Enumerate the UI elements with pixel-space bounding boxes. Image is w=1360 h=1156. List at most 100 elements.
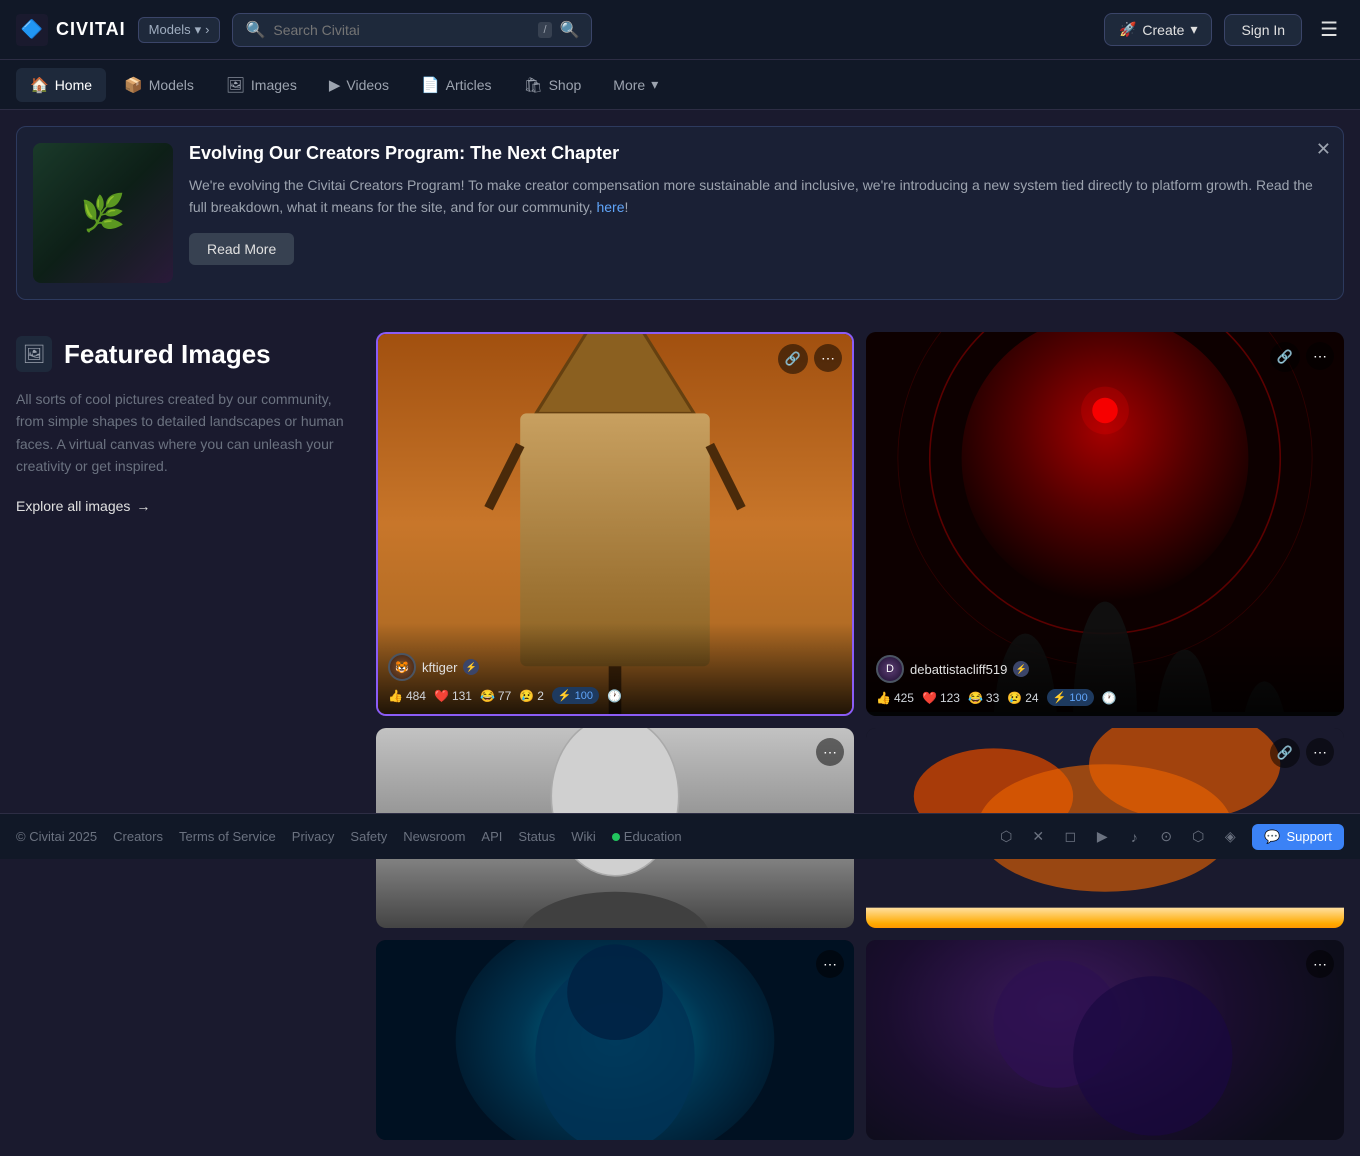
announcement-banner: 🌿 Evolving Our Creators Program: The Nex… (16, 126, 1344, 300)
card-image (376, 940, 854, 1140)
footer-link-wiki[interactable]: Wiki (571, 829, 596, 844)
sidebar-item-models[interactable]: 📦 Models (110, 68, 208, 102)
sidebar-item-shop[interactable]: 🛍 Shop (510, 68, 596, 102)
reddit-icon[interactable]: ⊙ (1156, 827, 1176, 847)
create-label: Create (1142, 22, 1184, 38)
stat-laughs: 😂 33 (968, 691, 999, 705)
card-link-button[interactable]: 🔗 (1270, 342, 1300, 372)
card-stats: 👍 484 ❤️ 131 😂 77 😢 2 ⚡ 100 🕐 (388, 687, 842, 704)
banner-close-button[interactable]: ✕ (1316, 139, 1331, 160)
logo-text: CIVITAI (56, 19, 126, 40)
card-menu-button[interactable]: ⋯ (816, 950, 844, 978)
nav-articles-label: Articles (446, 77, 492, 93)
stat-power: ⚡ 100 (552, 687, 599, 704)
videos-icon: ▶ (329, 76, 341, 94)
read-more-button[interactable]: Read More (189, 233, 294, 265)
card-actions: ⋯ (1306, 342, 1334, 370)
copyright: © Civitai 2025 (16, 829, 97, 844)
github-icon[interactable]: ⬡ (1188, 827, 1208, 847)
card-menu-button[interactable]: ⋯ (1306, 342, 1334, 370)
footer-link-status[interactable]: Status (518, 829, 555, 844)
model-badge-label: Models (149, 22, 191, 37)
footer-social: ⬡ ✕ ◻ ▶ ♪ ⊙ ⬡ ◈ 💬 Support (996, 824, 1344, 850)
twitter-x-icon[interactable]: ✕ (1028, 827, 1048, 847)
card-menu-button[interactable]: ⋯ (1306, 738, 1334, 766)
sidebar-item-more[interactable]: More ▾ (599, 68, 672, 101)
support-button[interactable]: 💬 Support (1252, 824, 1344, 850)
avatar: D (876, 655, 904, 683)
discord-icon[interactable]: ⬡ (996, 827, 1016, 847)
section-title: Featured Images (64, 339, 271, 370)
search-input[interactable] (273, 22, 530, 38)
education-badge: Education (612, 829, 682, 844)
card-menu-button[interactable]: ⋯ (1306, 950, 1334, 978)
card-user: 🐯 kftiger ⚡ (388, 653, 842, 681)
card-stats: 👍 425 ❤️ 123 😂 33 😢 24 ⚡ 100 🕐 (876, 689, 1334, 706)
menu-button[interactable]: ☰ (1314, 11, 1344, 48)
footer-link-safety[interactable]: Safety (350, 829, 387, 844)
card-actions: ⋯ (1306, 950, 1334, 978)
instagram-icon[interactable]: ◻ (1060, 827, 1080, 847)
image-card[interactable]: ⋯ (376, 940, 854, 1140)
main-nav: 🏠 Home 📦 Models 🖼 Images ▶ Videos 📄 Arti… (0, 60, 1360, 110)
card-actions: ⋯ (814, 344, 842, 372)
create-chevron-icon: ▾ (1190, 21, 1197, 38)
banner-content: Evolving Our Creators Program: The Next … (189, 143, 1327, 265)
nav-more-label: More (613, 77, 645, 93)
stat-time: 🕐 (607, 689, 622, 703)
stat-hearts: ❤️ 131 (434, 689, 472, 703)
banner-image: 🌿 (33, 143, 173, 283)
section-desc: All sorts of cool pictures created by ou… (16, 388, 356, 478)
card-menu-button[interactable]: ⋯ (816, 738, 844, 766)
education-label: Education (624, 829, 682, 844)
stat-laughs: 😂 77 (480, 689, 511, 703)
create-button[interactable]: 🚀 Create ▾ (1104, 13, 1213, 46)
search-bar: 🔍 / 🔍 (232, 13, 592, 47)
edu-dot (612, 833, 620, 841)
sidebar-item-articles[interactable]: 📄 Articles (407, 68, 506, 102)
footer: © Civitai 2025 Creators Terms of Service… (0, 813, 1360, 859)
logo[interactable]: 🔷 CIVITAI (16, 14, 126, 46)
banner-link[interactable]: here (596, 199, 624, 215)
footer-link-privacy[interactable]: Privacy (292, 829, 335, 844)
footer-link-creators[interactable]: Creators (113, 829, 163, 844)
featured-section: 🖼 Featured Images All sorts of cool pict… (16, 316, 356, 1140)
sidebar-item-videos[interactable]: ▶ Videos (315, 68, 403, 102)
main-content: 🖼 Featured Images All sorts of cool pict… (0, 316, 1360, 1156)
tiktok-icon[interactable]: ♪ (1124, 827, 1144, 847)
home-icon: 🏠 (30, 76, 49, 94)
explore-label: Explore all images (16, 498, 130, 514)
model-badge-icon: ▾ (195, 22, 202, 38)
nav-home-label: Home (55, 77, 92, 93)
nav-images-label: Images (251, 77, 297, 93)
user-badge: ⚡ (463, 659, 479, 675)
footer-link-tos[interactable]: Terms of Service (179, 829, 276, 844)
twitch-icon[interactable]: ◈ (1220, 827, 1240, 847)
model-badge-button[interactable]: Models ▾ › (138, 17, 221, 43)
footer-link-api[interactable]: API (481, 829, 502, 844)
card-link-button[interactable]: 🔗 (778, 344, 808, 374)
sign-in-button[interactable]: Sign In (1224, 14, 1302, 46)
footer-link-education[interactable]: Education (612, 829, 682, 844)
youtube-icon[interactable]: ▶ (1092, 827, 1112, 847)
support-label: Support (1286, 829, 1332, 844)
avatar: 🐯 (388, 653, 416, 681)
image-card[interactable]: ⋯ (866, 940, 1344, 1140)
explore-all-link[interactable]: Explore all images → (16, 498, 356, 514)
more-chevron-icon: ▾ (651, 76, 658, 93)
sidebar-item-home[interactable]: 🏠 Home (16, 68, 106, 102)
models-icon: 📦 (124, 76, 143, 94)
card-menu-button[interactable]: ⋯ (814, 344, 842, 372)
explore-arrow-icon: → (136, 498, 150, 514)
username: kftiger (422, 660, 457, 675)
nav-videos-label: Videos (346, 77, 389, 93)
header: 🔷 CIVITAI Models ▾ › 🔍 / 🔍 🚀 Create ▾ Si… (0, 0, 1360, 60)
footer-link-newsroom[interactable]: Newsroom (403, 829, 465, 844)
images-grid: ⋯ 🔗 🐯 kftiger ⚡ 👍 484 ❤️ 131 😂 77 😢 2 ⚡ … (376, 316, 1344, 1140)
image-card[interactable]: ⋯ 🔗 D debattistacliff519 ⚡ 👍 425 ❤️ 123 … (866, 332, 1344, 716)
sidebar-item-images[interactable]: 🖼 Images (212, 68, 311, 102)
image-card[interactable]: ⋯ 🔗 🐯 kftiger ⚡ 👍 484 ❤️ 131 😂 77 😢 2 ⚡ … (376, 332, 854, 716)
stat-power: ⚡ 100 (1047, 689, 1094, 706)
search-submit-button[interactable]: 🔍 (560, 20, 580, 40)
card-link-button[interactable]: 🔗 (1270, 738, 1300, 768)
